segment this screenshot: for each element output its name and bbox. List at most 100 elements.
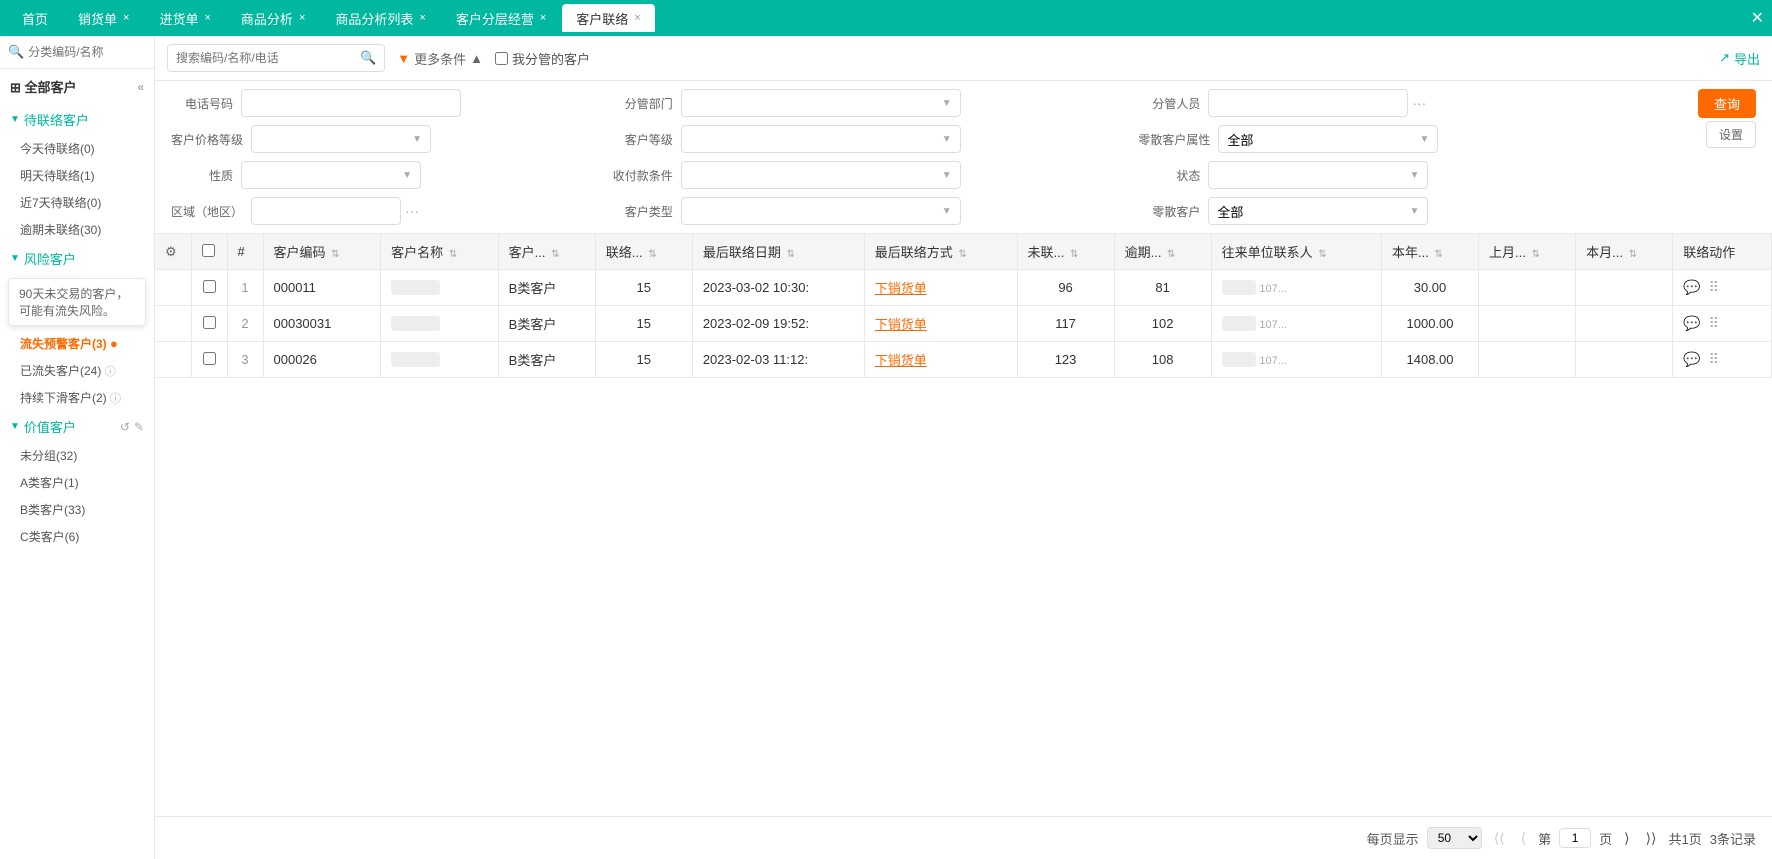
page-number-input[interactable] [1559, 828, 1591, 848]
row-checkbox-2[interactable] [203, 352, 216, 365]
sidebar-item-a-class[interactable]: A类客户(1) [0, 469, 154, 496]
sidebar-section-risk[interactable]: ▼ 风险客户 [0, 243, 154, 274]
tab-customer-segment[interactable]: 客户分层经营 × [442, 4, 560, 32]
th-overdue[interactable]: 逾期... ⇅ [1114, 234, 1211, 270]
action-chat-icon-2[interactable]: 💬 [1683, 351, 1700, 368]
sidebar-item-c-class[interactable]: C类客户(6) [0, 523, 154, 550]
value-refresh-icon[interactable]: ↺ [120, 420, 130, 434]
sidebar-item-7days[interactable]: 近7天待联络(0) [0, 189, 154, 216]
action-more-icon-0[interactable]: ⠿ [1709, 279, 1719, 296]
tab-customer-contact[interactable]: 客户联络 × [562, 4, 654, 32]
settings-btn[interactable]: 设置 [1706, 121, 1756, 148]
gender-select[interactable]: ▼ [241, 161, 421, 189]
retail-attr-select[interactable]: 全部 ▼ [1218, 125, 1438, 153]
tab-analysis-list[interactable]: 商品分析列表 × [321, 4, 439, 32]
sidebar-item-declining[interactable]: 持续下滑客户(2) ⓘ [0, 384, 154, 411]
th-type[interactable]: 客户... ⇅ [498, 234, 595, 270]
cell-lmonth-2 [1479, 342, 1576, 378]
sidebar-section-pending[interactable]: ▼ 待联络客户 [0, 104, 154, 135]
tab-analysis-list-close[interactable]: × [419, 12, 425, 24]
dept-select[interactable]: ▼ [681, 89, 961, 117]
customer-level-select[interactable]: ▼ [681, 125, 961, 153]
th-unit-contact[interactable]: 往来单位联系人 ⇅ [1211, 234, 1381, 270]
tab-customer-segment-close[interactable]: × [540, 12, 546, 24]
cell-check-0[interactable] [191, 270, 227, 306]
filter-row-1: 电话号码 分管部门 ▼ 分管人员 ··· [171, 89, 1756, 117]
tab-purchase-close[interactable]: × [204, 12, 210, 24]
tab-home[interactable]: 首页 [8, 4, 62, 32]
sidebar-section-value[interactable]: ▼ 价值客户 ↺ ✎ [0, 411, 154, 442]
cell-method-1[interactable]: 下销货单 [864, 306, 1017, 342]
sidebar-item-tomorrow[interactable]: 明天待联络(1) [0, 162, 154, 189]
payment-select[interactable]: ▼ [681, 161, 961, 189]
cell-check-2[interactable] [191, 342, 227, 378]
sidebar-search-input[interactable] [28, 45, 155, 59]
first-page-btn[interactable]: ⟨⟨ [1490, 830, 1509, 847]
tab-sales-close[interactable]: × [123, 12, 129, 24]
tab-customer-contact-close[interactable]: × [634, 12, 640, 24]
sidebar-item-churned[interactable]: 已流失客户(24) ⓘ [0, 357, 154, 384]
select-all-checkbox[interactable] [202, 244, 215, 257]
my-customers-checkbox[interactable] [495, 52, 508, 65]
sidebar-all-customers[interactable]: ⊞ 全部客户 « [0, 69, 154, 104]
page-size-select[interactable]: 50 20 100 [1427, 827, 1482, 849]
customer-type-select[interactable]: ▼ [681, 197, 961, 225]
next-page-btn[interactable]: ⟩ [1620, 830, 1633, 847]
close-window-btn[interactable]: ✕ [1751, 8, 1764, 28]
sidebar-item-today[interactable]: 今天待联络(0) [0, 135, 154, 162]
export-btn[interactable]: ↗ 导出 [1719, 49, 1760, 68]
sidebar-item-churn-warning[interactable]: 流失预警客户(3) ● [0, 330, 154, 357]
tab-sales[interactable]: 销货单 × [64, 4, 143, 32]
th-code[interactable]: 客户编码 ⇅ [263, 234, 381, 270]
person-input[interactable] [1208, 89, 1408, 117]
value-edit-icon[interactable]: ✎ [134, 420, 144, 434]
tab-purchase[interactable]: 进货单 × [145, 4, 224, 32]
th-name[interactable]: 客户名称 ⇅ [381, 234, 499, 270]
last-page-btn[interactable]: ⟩⟩ [1642, 830, 1661, 847]
th-this-month[interactable]: 本月... ⇅ [1576, 234, 1673, 270]
action-chat-icon-1[interactable]: 💬 [1683, 315, 1700, 332]
cell-method-2[interactable]: 下销货单 [864, 342, 1017, 378]
th-contact[interactable]: 联络... ⇅ [595, 234, 692, 270]
main-search-input[interactable] [176, 51, 356, 65]
price-level-select[interactable]: ▼ [251, 125, 431, 153]
prev-page-btn[interactable]: ⟨ [1517, 830, 1530, 847]
my-customers-checkbox-label[interactable]: 我分管的客户 [495, 49, 590, 68]
action-more-icon-1[interactable]: ⠿ [1709, 315, 1719, 332]
query-btn[interactable]: 查询 [1698, 89, 1756, 118]
sidebar-collapse-icon[interactable]: « [137, 80, 144, 94]
phone-input[interactable] [241, 89, 461, 117]
cell-lmonth-0 [1479, 270, 1576, 306]
tab-analysis-close[interactable]: × [299, 12, 305, 24]
cell-check-1[interactable] [191, 306, 227, 342]
row-checkbox-0[interactable] [203, 280, 216, 293]
sidebar-search-wrap: 🔍 [0, 36, 154, 69]
cell-overdue-2: 108 [1114, 342, 1211, 378]
main-search-icon[interactable]: 🔍 [360, 50, 376, 66]
area-dots[interactable]: ··· [401, 203, 423, 219]
th-checkbox[interactable] [191, 234, 227, 270]
th-last-month[interactable]: 上月... ⇅ [1479, 234, 1576, 270]
sidebar-item-ungrouped[interactable]: 未分组(32) [0, 442, 154, 469]
cell-code-0: 000011 [263, 270, 381, 306]
cell-code-2: 000026 [263, 342, 381, 378]
th-last-contact-date[interactable]: 最后联络日期 ⇅ [692, 234, 864, 270]
customer-type-arrow: ▼ [942, 206, 952, 217]
th-this-year[interactable]: 本年... ⇅ [1381, 234, 1478, 270]
sidebar-item-b-class[interactable]: B类客户(33) [0, 496, 154, 523]
action-more-icon-2[interactable]: ⠿ [1709, 351, 1719, 368]
area-input[interactable] [251, 197, 401, 225]
th-last-contact-method[interactable]: 最后联络方式 ⇅ [864, 234, 1017, 270]
sidebar-item-overdue[interactable]: 逾期未联络(30) [0, 216, 154, 243]
action-chat-icon-0[interactable]: 💬 [1683, 279, 1700, 296]
tab-analysis[interactable]: 商品分析 × [227, 4, 319, 32]
th-uncontacted[interactable]: 未联... ⇅ [1017, 234, 1114, 270]
cell-method-0[interactable]: 下销货单 [864, 270, 1017, 306]
status-select[interactable]: ▼ [1208, 161, 1428, 189]
row-checkbox-1[interactable] [203, 316, 216, 329]
more-filter-btn[interactable]: ▼ 更多条件 ▲ [397, 49, 483, 68]
th-gear[interactable]: ⚙ [155, 234, 191, 270]
retail-customer-select[interactable]: 全部 ▼ [1208, 197, 1428, 225]
gear-icon[interactable]: ⚙ [165, 244, 177, 259]
person-dots[interactable]: ··· [1408, 95, 1430, 111]
